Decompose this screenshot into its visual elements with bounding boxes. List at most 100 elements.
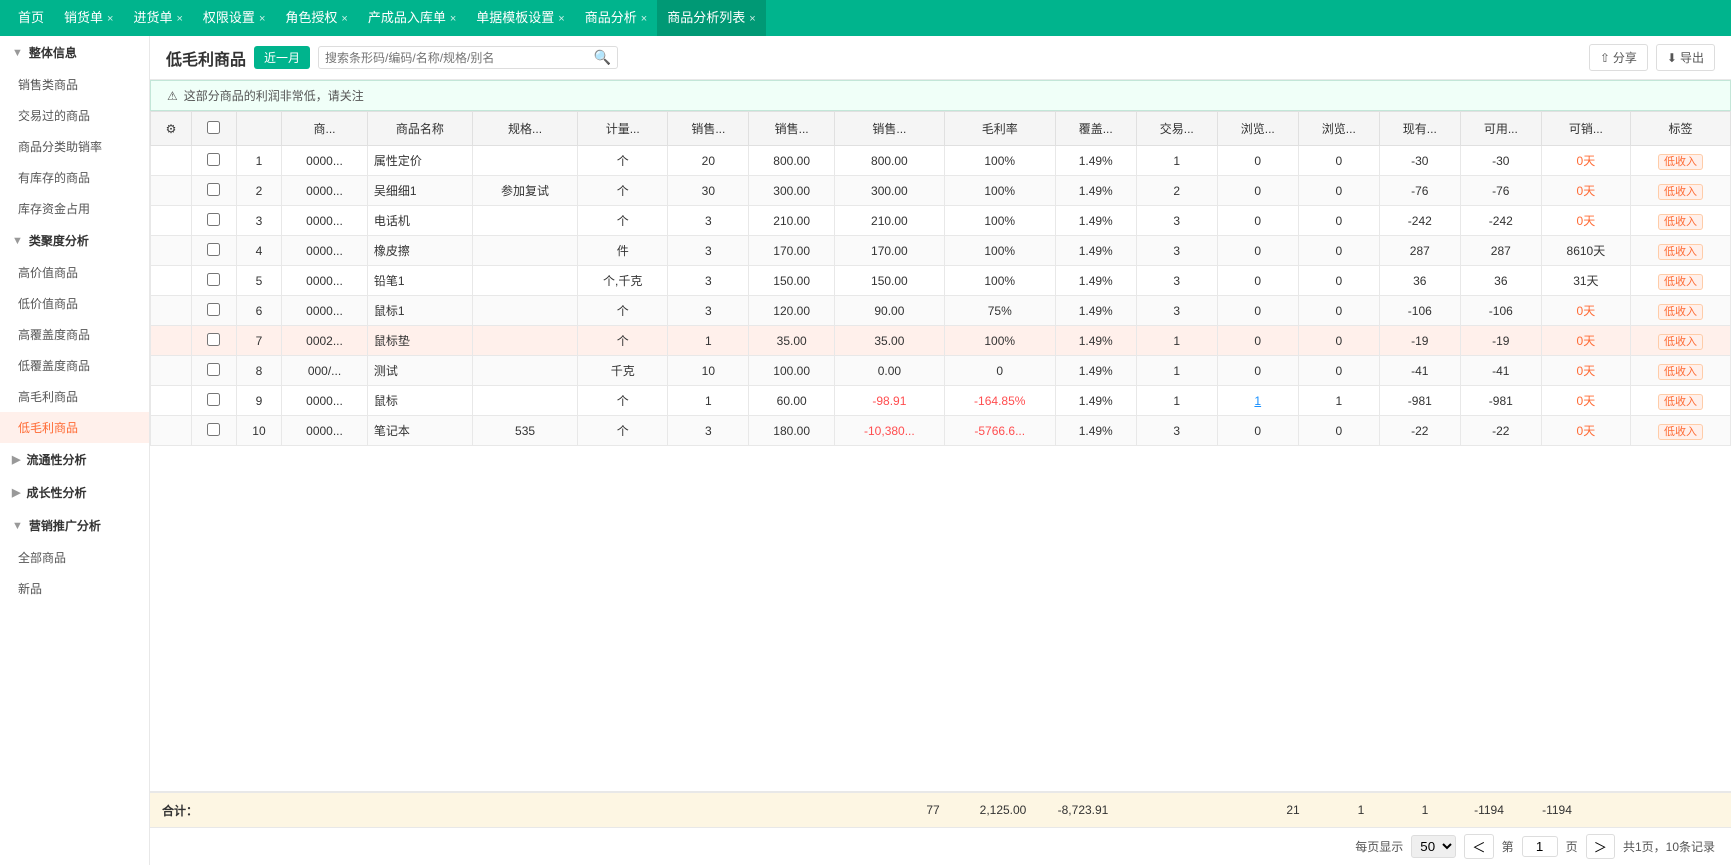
per-page-select[interactable]: 50 [1411, 835, 1456, 858]
table-footer: 合计： 77 2,125.00 -8,723.91 21 1 1 -1194 -… [150, 791, 1731, 827]
row-checkbox[interactable] [207, 213, 220, 226]
col-sales-profit[interactable]: 销售... [834, 112, 944, 146]
sidebar-group-cluster[interactable]: ▼ 类聚度分析 [0, 224, 149, 257]
sidebar-item-low-margin[interactable]: 低毛利商品 [0, 412, 149, 443]
col-gross-rate[interactable]: 毛利率 [944, 112, 1055, 146]
close-product-inbound[interactable]: × [450, 13, 456, 25]
collapse-cluster-icon[interactable]: ▼ [12, 235, 23, 247]
collapse-circulation-icon[interactable]: ▶ [12, 453, 20, 466]
nav-role-auth[interactable]: 角色授权× [275, 0, 357, 36]
row-checkbox[interactable] [207, 243, 220, 256]
cell-views1[interactable]: 0 [1217, 206, 1298, 236]
col-views2[interactable]: 浏览... [1298, 112, 1379, 146]
nav-sales-order[interactable]: 销货单× [54, 0, 123, 36]
col-current-stock[interactable]: 现有... [1379, 112, 1460, 146]
cell-views1[interactable]: 0 [1217, 326, 1298, 356]
sidebar-item-in-stock[interactable]: 有库存的商品 [0, 162, 149, 193]
cell-checkbox[interactable] [191, 386, 236, 416]
sidebar-item-new-goods[interactable]: 新品 [0, 573, 149, 604]
col-sales-qty[interactable]: 销售... [668, 112, 749, 146]
close-goods-analysis[interactable]: × [641, 13, 647, 25]
cell-checkbox[interactable] [191, 296, 236, 326]
search-input[interactable] [325, 51, 594, 65]
sidebar-item-capital[interactable]: 库存资金占用 [0, 193, 149, 224]
sidebar-item-high-value[interactable]: 高价值商品 [0, 257, 149, 288]
row-checkbox[interactable] [207, 423, 220, 436]
filter-recent-month-button[interactable]: 近一月 [254, 46, 310, 69]
nav-home[interactable]: 首页 [8, 0, 54, 36]
cell-checkbox[interactable] [191, 146, 236, 176]
row-checkbox[interactable] [207, 393, 220, 406]
collapse-growth-icon[interactable]: ▶ [12, 486, 20, 499]
row-checkbox[interactable] [207, 273, 220, 286]
cell-checkbox[interactable] [191, 356, 236, 386]
close-purchase-order[interactable]: × [176, 13, 182, 25]
collapse-marketing-icon[interactable]: ▼ [12, 520, 23, 532]
nav-goods-analysis-list[interactable]: 商品分析列表× [657, 0, 765, 36]
sidebar-group-growth[interactable]: ▶ 成长性分析 [0, 476, 149, 509]
col-code[interactable]: 商... [282, 112, 368, 146]
sidebar-item-high-coverage[interactable]: 高覆盖度商品 [0, 319, 149, 350]
sidebar-group-marketing[interactable]: ▼ 营销推广分析 [0, 509, 149, 542]
row-checkbox[interactable] [207, 303, 220, 316]
nav-goods-analysis[interactable]: 商品分析× [575, 0, 657, 36]
collapse-overall-icon[interactable]: ▼ [12, 47, 23, 59]
cell-views1[interactable]: 0 [1217, 236, 1298, 266]
search-icon[interactable]: 🔍 [594, 49, 611, 66]
cell-views1[interactable]: 0 [1217, 176, 1298, 206]
cell-checkbox[interactable] [191, 326, 236, 356]
close-role-auth[interactable]: × [341, 13, 347, 25]
cell-checkbox[interactable] [191, 266, 236, 296]
cell-checkbox[interactable] [191, 176, 236, 206]
share-button[interactable]: ⇧ 分享 [1589, 44, 1648, 71]
col-transactions[interactable]: 交易... [1136, 112, 1217, 146]
sidebar-item-low-coverage[interactable]: 低覆盖度商品 [0, 350, 149, 381]
col-sales-amt[interactable]: 销售... [749, 112, 835, 146]
close-goods-analysis-list[interactable]: × [749, 13, 755, 25]
sidebar-item-traded-goods[interactable]: 交易过的商品 [0, 100, 149, 131]
col-settings[interactable]: ⚙ [151, 112, 192, 146]
sidebar-group-overall[interactable]: ▼ 整体信息 [0, 36, 149, 69]
col-saleable[interactable]: 可销... [1541, 112, 1630, 146]
nav-product-inbound[interactable]: 产成品入库单× [358, 0, 466, 36]
nav-permissions[interactable]: 权限设置× [193, 0, 275, 36]
cell-checkbox[interactable] [191, 416, 236, 446]
sidebar-item-category-rate[interactable]: 商品分类助销率 [0, 131, 149, 162]
sidebar-item-all-goods[interactable]: 全部商品 [0, 542, 149, 573]
cell-available: -22 [1460, 416, 1541, 446]
search-box[interactable]: 🔍 [318, 46, 618, 69]
row-checkbox[interactable] [207, 183, 220, 196]
col-spec[interactable]: 规格... [472, 112, 577, 146]
cell-views1[interactable]: 1 [1217, 386, 1298, 416]
cell-checkbox[interactable] [191, 206, 236, 236]
sidebar-group-circulation[interactable]: ▶ 流通性分析 [0, 443, 149, 476]
sidebar-item-high-margin[interactable]: 高毛利商品 [0, 381, 149, 412]
cell-views1[interactable]: 0 [1217, 296, 1298, 326]
cell-views1[interactable]: 0 [1217, 146, 1298, 176]
col-coverage[interactable]: 覆盖... [1055, 112, 1136, 146]
col-unit[interactable]: 计量... [578, 112, 668, 146]
col-name[interactable]: 商品名称 [367, 112, 472, 146]
row-checkbox[interactable] [207, 333, 220, 346]
cell-views1[interactable]: 0 [1217, 266, 1298, 296]
page-number-input[interactable] [1522, 836, 1558, 857]
prev-page-button[interactable]: ＜ [1464, 834, 1493, 859]
col-views1[interactable]: 浏览... [1217, 112, 1298, 146]
close-template-settings[interactable]: × [558, 13, 564, 25]
row-checkbox[interactable] [207, 363, 220, 376]
col-tag[interactable]: 标签 [1630, 112, 1730, 146]
cell-views1[interactable]: 0 [1217, 416, 1298, 446]
col-available[interactable]: 可用... [1460, 112, 1541, 146]
close-sales-order[interactable]: × [107, 13, 113, 25]
close-permissions[interactable]: × [259, 13, 265, 25]
sidebar-item-low-value[interactable]: 低价值商品 [0, 288, 149, 319]
nav-purchase-order[interactable]: 进货单× [123, 0, 192, 36]
nav-template-settings[interactable]: 单据模板设置× [466, 0, 574, 36]
cell-checkbox[interactable] [191, 236, 236, 266]
next-page-button[interactable]: ＞ [1586, 834, 1615, 859]
export-button[interactable]: ⬇ 导出 [1656, 44, 1715, 71]
select-all-checkbox[interactable] [207, 121, 220, 134]
row-checkbox[interactable] [207, 153, 220, 166]
cell-views1[interactable]: 0 [1217, 356, 1298, 386]
sidebar-item-sales-goods[interactable]: 销售类商品 [0, 69, 149, 100]
